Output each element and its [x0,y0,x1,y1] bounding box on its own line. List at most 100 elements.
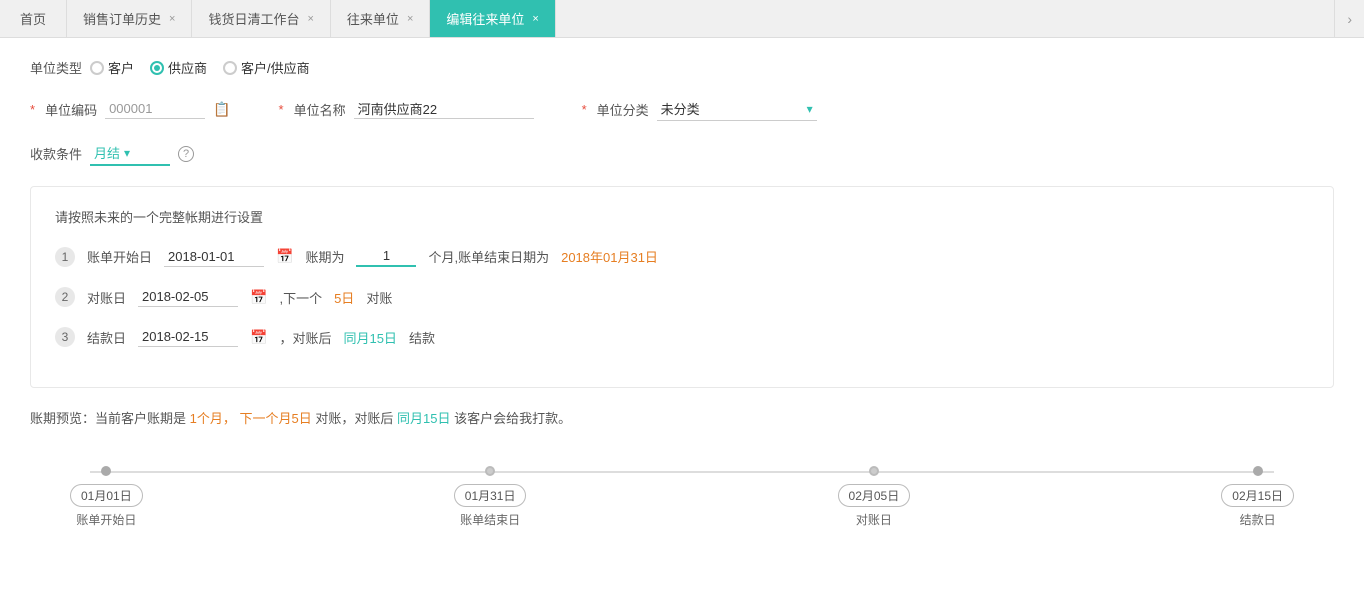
tab-cash-work[interactable]: 钱货日清工作台 × [192,0,330,37]
point-sublabel-start: 账单开始日 [76,511,136,528]
timeline-points: 01月01日 账单开始日 01月31日 账单结束日 02月05日 对账日 02月… [70,451,1294,528]
timeline-point-reconcile: 02月05日 对账日 [838,451,911,528]
chevron-down-icon: ▾ [807,102,813,116]
tab-home[interactable]: 首页 [0,0,67,37]
payment-label: 收款条件 [30,144,82,163]
radio-customer-circle [90,61,104,75]
help-icon[interactable]: ? [178,146,194,162]
row-label-1: 账单开始日 [87,247,152,266]
tab-cash-work-label: 钱货日清工作台 [208,9,299,28]
calendar-icon-2[interactable]: 📅 [250,289,267,306]
radio-customer[interactable]: 客户 [90,58,134,77]
unit-code-label: 单位编码 [45,100,97,119]
highlight-day-2: 5日 [334,288,354,307]
timeline: 01月01日 账单开始日 01月31日 账单结束日 02月05日 对账日 02月… [70,451,1294,528]
suffix-after-1: 个月,账单结束日期为 [428,247,549,266]
calendar-icon-1[interactable]: 📅 [276,248,293,265]
radio-supplier[interactable]: 供应商 [150,58,207,77]
unit-type-row: 单位类型 客户 供应商 客户/供应商 [30,58,1334,77]
payment-chevron-icon: ▾ [124,146,130,160]
point-sublabel-payment: 结款日 [1240,511,1276,528]
tab-home-label: 首页 [20,9,46,28]
suffix-before-3: ，对账后 [279,328,331,347]
suffix-after-3: 结款 [409,328,435,347]
required-class: * [582,102,587,117]
period-input[interactable] [356,246,416,267]
tab-bar: 首页 销售订单历史 × 钱货日清工作台 × 往来单位 × 编辑往来单位 × › [0,0,1364,38]
row-label-3: 结款日 [87,328,126,347]
point-dot-payment [1253,466,1263,476]
tab-sales-history-label: 销售订单历史 [83,9,161,28]
timeline-point-start: 01月01日 账单开始日 [70,451,143,528]
timeline-point-payment: 02月15日 结款日 [1221,451,1294,528]
tab-sales-history[interactable]: 销售订单历史 × [67,0,192,37]
point-label-reconcile: 02月05日 [838,484,911,507]
radio-both-label: 客户/供应商 [241,58,310,77]
preview-part3: 同月15日 [397,411,450,426]
main-content: 单位类型 客户 供应商 客户/供应商 * 单位编码 📋 * [0,38,1364,608]
date-input-2[interactable] [138,287,238,307]
timeline-point-end-bill: 01月31日 账单结束日 [454,451,527,528]
radio-both-circle [223,61,237,75]
preview-part2: 下一个月5日 [240,411,312,426]
point-label-payment: 02月15日 [1221,484,1294,507]
point-sublabel-end-bill: 账单结束日 [460,511,520,528]
tab-sales-history-close[interactable]: × [169,13,175,25]
required-code: * [30,102,35,117]
point-dot-reconcile [869,466,879,476]
preview-prefix: 账期预览：当前客户账期是 [30,411,186,426]
payment-select[interactable]: 月结 ▾ [90,141,170,166]
unit-name-label: 单位名称 [294,100,346,119]
tab-partner-label: 往来单位 [347,9,399,28]
tab-edit-partner[interactable]: 编辑往来单位 × [430,0,555,37]
radio-supplier-circle [150,61,164,75]
payment-row: 收款条件 月结 ▾ ? [30,141,1334,166]
point-label-start: 01月01日 [70,484,143,507]
unit-class-label: 单位分类 [597,100,649,119]
calendar-icon-3[interactable]: 📅 [250,329,267,346]
radio-supplier-label: 供应商 [168,58,207,77]
date-input-3[interactable] [138,327,238,347]
point-sublabel-reconcile: 对账日 [856,511,892,528]
tab-edit-partner-label: 编辑往来单位 [446,9,524,28]
preview-part1: 1个月， [190,411,236,426]
tab-partner-close[interactable]: × [407,13,413,25]
preview-text: 账期预览：当前客户账期是 1个月， 下一个月5日 对账，对账后 同月15日 该客… [30,408,1334,427]
unit-class-value: 未分类 [661,99,803,118]
setting-row-3: 3 结款日 📅 ，对账后 同月15日 结款 [55,327,1309,347]
payment-value: 月结 [94,143,120,162]
tab-partner[interactable]: 往来单位 × [331,0,430,37]
highlight-day-3: 同月15日 [343,328,396,347]
setting-row-2: 2 对账日 📅 ,下一个 5日 对账 [55,287,1309,307]
tab-cash-work-close[interactable]: × [307,13,313,25]
unit-code-input[interactable] [105,99,205,119]
date-input-1[interactable] [164,247,264,267]
required-name: * [279,102,284,117]
tab-more-arrow[interactable]: › [1334,0,1364,37]
unit-class-group: * 单位分类 未分类 ▾ [582,97,817,121]
setting-row-1: 1 账单开始日 📅 账期为 个月,账单结束日期为 2018年01月31日 [55,246,1309,267]
unit-name-input[interactable] [354,99,534,119]
point-dot-end-bill [485,466,495,476]
row-num-3: 3 [55,327,75,347]
unit-name-group: * 单位名称 [279,99,534,119]
unit-type-label: 单位类型 [30,58,82,77]
radio-group: 客户 供应商 客户/供应商 [90,58,310,77]
radio-customer-label: 客户 [108,58,134,77]
row-num-2: 2 [55,287,75,307]
preview-middle: 对账，对账后 [315,411,393,426]
settings-title: 请按照未来的一个完整帐期进行设置 [55,207,1309,226]
unit-info-row: * 单位编码 📋 * 单位名称 * 单位分类 未分类 ▾ [30,97,1334,121]
suffix-after-2: 对账 [366,288,392,307]
copy-icon[interactable]: 📋 [213,101,230,118]
settings-box: 请按照未来的一个完整帐期进行设置 1 账单开始日 📅 账期为 个月,账单结束日期… [30,186,1334,388]
tab-edit-partner-close[interactable]: × [532,13,538,25]
help-mark: ? [183,148,189,160]
radio-both[interactable]: 客户/供应商 [223,58,310,77]
unit-class-select[interactable]: 未分类 ▾ [657,97,817,121]
row-num-1: 1 [55,247,75,267]
highlight-date-1: 2018年01月31日 [561,247,658,266]
row-label-2: 对账日 [87,288,126,307]
suffix-before-1: 账期为 [305,247,344,266]
suffix-before-2: ,下一个 [279,288,322,307]
